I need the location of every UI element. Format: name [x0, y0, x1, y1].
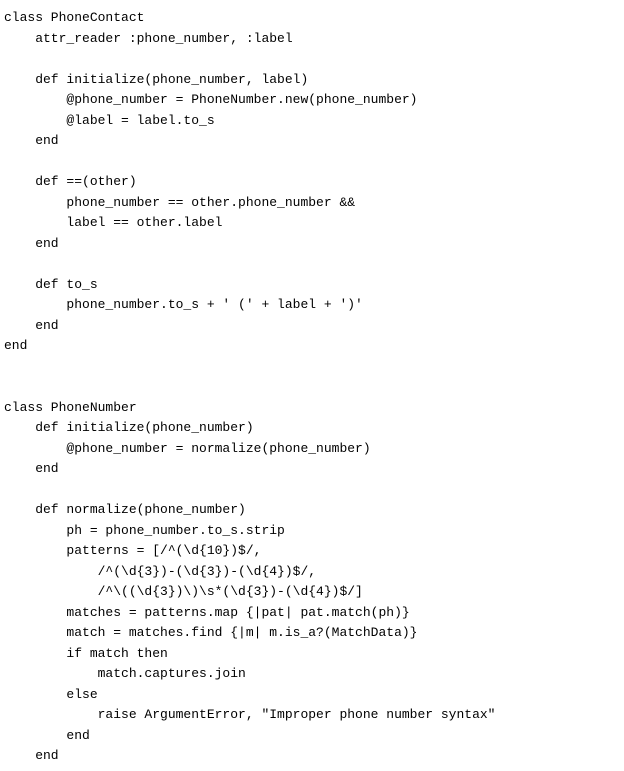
code-block: class PhoneContact attr_reader :phone_nu… — [0, 0, 624, 771]
code-content: class PhoneContact attr_reader :phone_nu… — [4, 10, 495, 763]
